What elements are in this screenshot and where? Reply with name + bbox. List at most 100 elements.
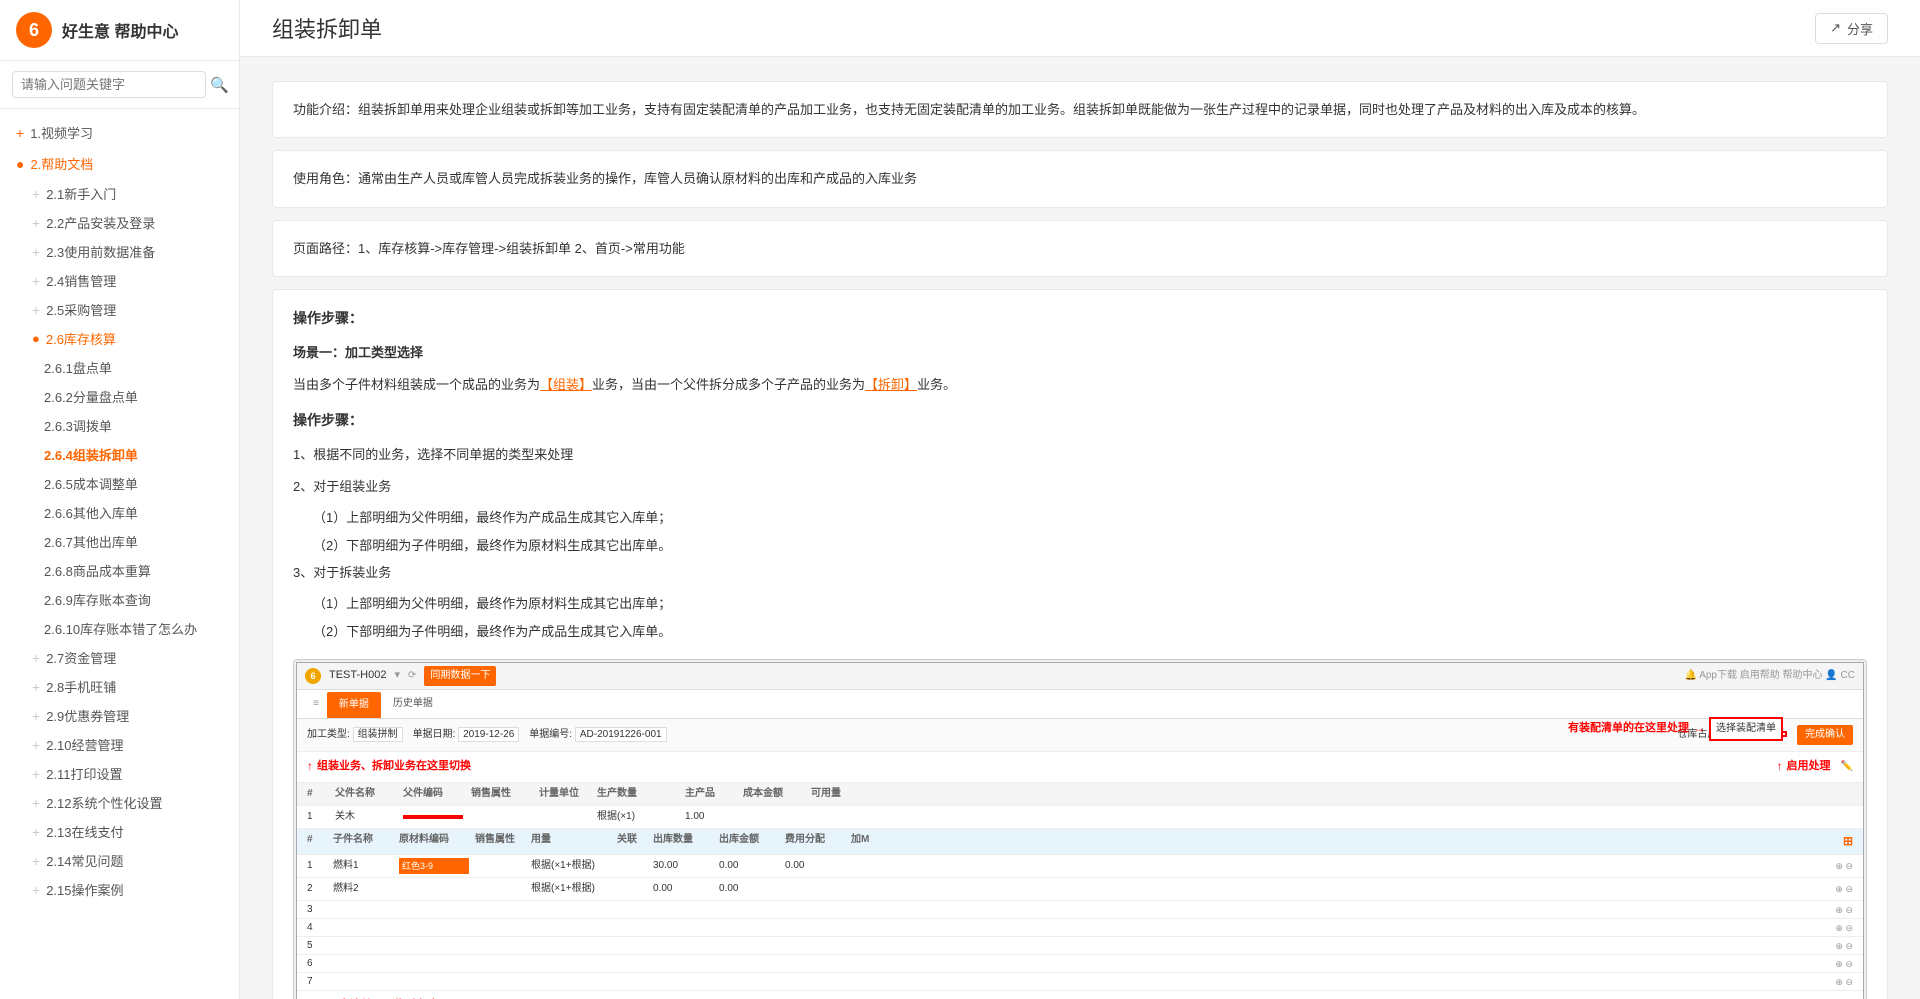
sim-t2-th-usage: 用量 (531, 831, 611, 853)
sim-tabs: ≡ 新单据 历史单据 (297, 690, 1863, 719)
expand-icon: + (32, 679, 40, 695)
sidebar-item-label: 2.4销售管理 (46, 271, 116, 290)
sidebar-item-label: 2.11打印设置 (46, 764, 122, 783)
sim-t2-th-sales: 销售属性 (475, 831, 525, 853)
sim-t2-r2-num: 2 (307, 880, 327, 898)
sim-table2-row4: 4 ⊕ ⊖ (297, 919, 1863, 937)
sidebar-item-other-inbound[interactable]: 2.6.6其他入库单 (0, 498, 239, 527)
sim-subheader: ↑ 组装业务、拆卸业务在这里切换 ↑ 启用处理 ✏️ (297, 752, 1863, 783)
operations-title: 操作步骤： (293, 306, 1867, 331)
sim-logo: 6 (305, 668, 321, 684)
sim-t2-r4-edit-icons: ⊕ ⊖ (1835, 920, 1853, 936)
step-2: 2、对于组装业务 (293, 475, 1867, 498)
sim-th-main: 主产品 (685, 785, 735, 803)
sidebar-item-management[interactable]: + 2.10经营管理 (0, 730, 239, 759)
sim-arrow1: → (1693, 718, 1705, 740)
sidebar-item-cost-adjust[interactable]: 2.6.5成本调整单 (0, 469, 239, 498)
sidebar-item-cost-recalc[interactable]: 2.6.8商品成本重算 (0, 556, 239, 585)
sidebar-item-label: 2.10经营管理 (46, 735, 123, 754)
collapse-icon: ● (16, 156, 24, 172)
sim-table2-row7: 7 ⊕ ⊖ (297, 973, 1863, 991)
sim-tab-new: 新单据 (327, 692, 381, 718)
sim-t2-th-code: 原材料编码 (399, 831, 469, 853)
sim-td-main: 1.00 (685, 808, 735, 826)
sim-td-qty: 根据(×1) (597, 808, 677, 826)
sidebar-item-print[interactable]: + 2.11打印设置 (0, 759, 239, 788)
sim-table2-row6: 6 ⊕ ⊖ (297, 955, 1863, 973)
sidebar-item-transfer[interactable]: 2.6.3调拨单 (0, 411, 239, 440)
path-desc: 页面路径：1、库存核算->库存管理->组装拆卸单 2、首页->常用功能 (293, 241, 685, 256)
sim-topbar: 6 TEST-H002 ▾ ⟳ 同期数据一下 🔔 App下载 启用帮助 帮助中心… (297, 663, 1863, 690)
sim-no-val: AD-20191226-001 (575, 727, 667, 742)
link-disassembly[interactable]: 【拆卸】 (865, 377, 917, 392)
sim-t2-r1-outamt: 0.00 (719, 857, 779, 875)
step-2-sub-2: （2）下部明细为子件明细，最终作为原材料生成其它出库单。 (313, 534, 1867, 557)
sim-t2-r1-outqty: 30.00 (653, 857, 713, 875)
sidebar-item-label: 2.3使用前数据准备 (46, 242, 155, 261)
sidebar-item-partial-stocktake[interactable]: 2.6.2分量盘点单 (0, 382, 239, 411)
sim-t2-r1-edit-icons: ⊕ ⊖ (1835, 858, 1853, 874)
sidebar-item-coupon[interactable]: + 2.9优惠券管理 (0, 701, 239, 730)
operations-card: 操作步骤： 场景一：加工类型选择 当由多个子件材料组装成一个成品的业务为【组装】… (272, 289, 1888, 999)
sim-table2-row3: 3 ⊕ ⊖ (297, 901, 1863, 919)
sim-t2-r1-usage: 根据(×1+根据) (531, 857, 611, 875)
sim-t2-r2-outamt: 0.00 (719, 880, 779, 898)
sidebar-item-inventory-fix[interactable]: 2.6.10库存账本错了怎么办 (0, 614, 239, 643)
expand-icon: + (32, 302, 40, 318)
sidebar-item-finance[interactable]: + 2.7资金管理 (0, 643, 239, 672)
sidebar-item-stocktake[interactable]: 2.6.1盘点单 (0, 353, 239, 382)
sidebar-item-purchase[interactable]: + 2.5采购管理 (0, 295, 239, 324)
sim-t2-r7-num: 7 (307, 973, 327, 991)
sim-btn-bom: 选择装配清单 (1709, 717, 1783, 741)
sidebar-item-video[interactable]: + 1.视频学习 (0, 117, 239, 148)
sim-th-pcode: 父件编码 (403, 785, 463, 803)
sidebar-item-label: 2.6库存核算 (46, 329, 116, 348)
sidebar-item-assembly[interactable]: 2.6.4组装拆卸单 (0, 440, 239, 469)
sim-ann2-text: 组装业务、拆卸业务在这里切换 (317, 757, 471, 777)
screenshot-container: 6 TEST-H002 ▾ ⟳ 同期数据一下 🔔 App下载 启用帮助 帮助中心… (293, 659, 1867, 999)
sim-th-sales: 销售属性 (471, 785, 531, 803)
sidebar-item-inventory[interactable]: ● 2.6库存核算 (0, 324, 239, 353)
expand-icon: + (32, 273, 40, 289)
sim-t2-r7-edit-icons: ⊕ ⊖ (1835, 974, 1853, 990)
share-button[interactable]: ↗ 分享 (1815, 13, 1888, 44)
expand-icon: + (32, 186, 40, 202)
sim-th-qty: 生产数量 (597, 785, 677, 803)
main-header: 组装拆卸单 ↗ 分享 (240, 0, 1920, 57)
sidebar-item-data-prep[interactable]: + 2.3使用前数据准备 (0, 237, 239, 266)
sidebar-item-other-outbound[interactable]: 2.6.7其他出库单 (0, 527, 239, 556)
expand-icon: + (32, 244, 40, 260)
expand-icon: + (32, 882, 40, 898)
function-desc: 功能介绍：组装拆卸单用来处理企业组装或拆卸等加工业务，支持有固定装配清单的产品加… (293, 102, 1645, 117)
nav-tree: + 1.视频学习 ● 2.帮助文档 + 2.1新手入门 + 2.2产品安装及登录… (0, 109, 239, 999)
expand-icon: + (32, 795, 40, 811)
sim-table1-row1: 1 关木 根据(×1) 1.00 (297, 806, 1863, 829)
share-label: 分享 (1847, 19, 1873, 38)
expand-icon: + (32, 650, 40, 666)
step-3: 3、对于拆装业务 (293, 561, 1867, 584)
sidebar-item-online-pay[interactable]: + 2.13在线支付 (0, 817, 239, 846)
search-button[interactable]: 🔍 (206, 76, 233, 94)
sidebar-item-faq[interactable]: + 2.14常见问题 (0, 846, 239, 875)
sidebar-item-help-docs[interactable]: ● 2.帮助文档 (0, 148, 239, 179)
sidebar-item-newcomer[interactable]: + 2.1新手入门 (0, 179, 239, 208)
sim-t2-r3-edit-icons: ⊕ ⊖ (1835, 902, 1853, 918)
sim-table2-row1: 1 燃料1 红色3-9 根据(×1+根据) 30.00 0.00 0.00 ⊕ … (297, 855, 1863, 878)
sim-t2-r6-edit-icons: ⊕ ⊖ (1835, 956, 1853, 972)
sidebar-item-sales[interactable]: + 2.4销售管理 (0, 266, 239, 295)
step-3-sub-2: （2）下部明细为子件明细，最终作为产成品生成其它入库单。 (313, 620, 1867, 643)
sim-t2-spacer (877, 831, 1837, 853)
expand-icon: + (32, 708, 40, 724)
sim-dropdown: ▾ (394, 666, 400, 686)
sim-table2-row5: 5 ⊕ ⊖ (297, 937, 1863, 955)
link-assembly[interactable]: 【组装】 (540, 377, 592, 392)
sidebar-item-label: 2.12系统个性化设置 (46, 793, 162, 812)
sim-form-type: 加工类型: 组装拼制 (307, 726, 403, 744)
sidebar-item-install[interactable]: + 2.2产品安装及登录 (0, 208, 239, 237)
search-input[interactable] (12, 71, 206, 98)
sidebar-item-cases[interactable]: + 2.15操作案例 (0, 875, 239, 904)
sidebar-item-inventory-book[interactable]: 2.6.9库存账本查询 (0, 585, 239, 614)
sidebar-item-mobile[interactable]: + 2.8手机旺铺 (0, 672, 239, 701)
sidebar-item-personalize[interactable]: + 2.12系统个性化设置 (0, 788, 239, 817)
sim-t2-r6-num: 6 (307, 955, 327, 973)
